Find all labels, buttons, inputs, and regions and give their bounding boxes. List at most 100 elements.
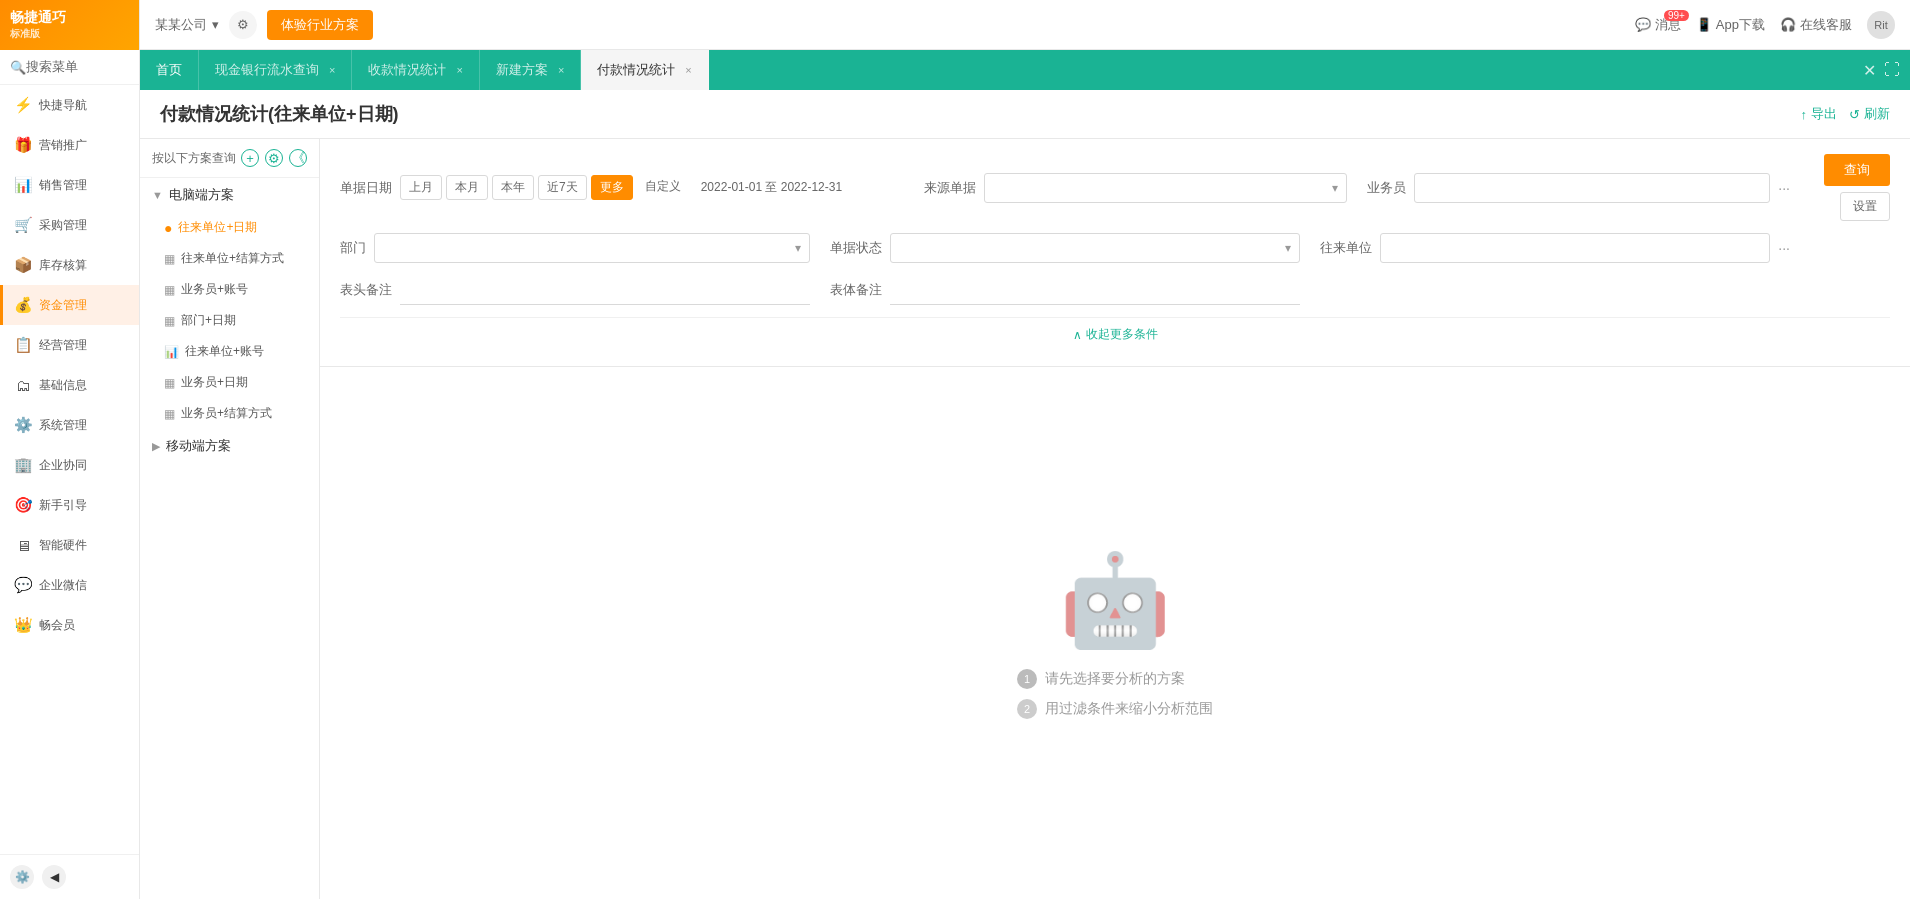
sidebar-item-finance[interactable]: 💰 资金管理 — [0, 285, 139, 325]
tab-close-all-icon[interactable]: ✕ — [1863, 61, 1876, 80]
app-download-label: App下载 — [1716, 16, 1765, 34]
app-version: 标准版 — [10, 27, 66, 41]
tab-new-scheme-close[interactable]: × — [558, 64, 564, 76]
filter-row-2: 部门 ▾ 单据状态 ▾ 往来单位 — [340, 233, 1890, 263]
filter-body-note-item: 表体备注 — [830, 275, 1300, 305]
scheme-item-staff-date[interactable]: ▦ 业务员+日期 — [140, 367, 319, 398]
sidebar-item-wechat[interactable]: 💬 企业微信 — [0, 565, 139, 605]
scheme-panel-actions: + ⚙ 《 — [241, 149, 307, 167]
tip-num-2: 2 — [1017, 699, 1037, 719]
scheme-item-unit-settle[interactable]: ▦ 往来单位+结算方式 — [140, 243, 319, 274]
scheme-collapse-button[interactable]: 《 — [289, 149, 307, 167]
message-icon: 💬 — [1635, 17, 1651, 32]
query-button[interactable]: 查询 — [1824, 154, 1890, 186]
staff-ellipsis-button[interactable]: ··· — [1778, 180, 1790, 196]
message-button[interactable]: 💬 消息 99+ — [1635, 16, 1681, 34]
sidebar-settings-icon[interactable]: ⚙️ — [10, 865, 34, 889]
app-download-button[interactable]: 📱 App下载 — [1696, 16, 1765, 34]
page-header: 付款情况统计(往来单位+日期) ↑ 导出 ↺ 刷新 — [140, 90, 1910, 139]
header-left: 某某公司 ▾ ⚙ 体验行业方案 — [155, 10, 373, 40]
empty-state: 🤖 1 请先选择要分析的方案 2 用过滤条件来缩小分析范围 — [320, 367, 1910, 899]
filter-source-item: 来源单据 ▾ — [924, 173, 1347, 203]
filter-dept-item: 部门 ▾ — [340, 233, 810, 263]
filter-unit-item: 往来单位 ··· — [1320, 233, 1790, 263]
scheme-group-header-mobile[interactable]: ▶ 移动端方案 — [140, 429, 319, 463]
sidebar-guide-label: 新手引导 — [39, 497, 87, 514]
filter-settings-button[interactable]: 设置 — [1840, 192, 1890, 221]
online-service-label: 在线客服 — [1800, 16, 1852, 34]
staff-select[interactable] — [1414, 173, 1770, 203]
sidebar-operations-label: 经营管理 — [39, 337, 87, 354]
staff-label: 业务员 — [1367, 179, 1406, 197]
scheme-item-staff-settle[interactable]: ▦ 业务员+结算方式 — [140, 398, 319, 429]
sidebar-item-quick-nav[interactable]: ⚡ 快捷导航 — [0, 85, 139, 125]
dept-select[interactable]: ▾ — [374, 233, 810, 263]
scheme-add-button[interactable]: + — [241, 149, 259, 167]
unit-date-icon: ● — [164, 220, 172, 236]
trial-button[interactable]: 体验行业方案 — [267, 10, 373, 40]
tab-home-label: 首页 — [156, 61, 182, 79]
user-avatar[interactable]: Rit — [1867, 11, 1895, 39]
date-btn-this-month[interactable]: 本月 — [446, 175, 488, 200]
staff-account-icon: ▦ — [164, 283, 175, 297]
tab-payments[interactable]: 付款情况统计 × — [581, 50, 708, 90]
sidebar-item-sales[interactable]: 📊 销售管理 — [0, 165, 139, 205]
unit-select[interactable] — [1380, 233, 1770, 263]
sidebar-hardware-label: 智能硬件 — [39, 537, 87, 554]
date-btn-last-month[interactable]: 上月 — [400, 175, 442, 200]
sidebar-item-system[interactable]: ⚙️ 系统管理 — [0, 405, 139, 445]
source-select[interactable]: ▾ — [984, 173, 1347, 203]
header-note-label: 表头备注 — [340, 281, 392, 299]
system-icon: ⚙️ — [13, 415, 33, 435]
purchase-icon: 🛒 — [13, 215, 33, 235]
scheme-item-staff-account[interactable]: ▦ 业务员+账号 — [140, 274, 319, 305]
sidebar-item-enterprise[interactable]: 🏢 企业协同 — [0, 445, 139, 485]
date-btn-custom[interactable]: 自定义 — [637, 175, 689, 200]
tab-bar-actions: ✕ ⛶ — [1853, 50, 1910, 90]
search-icon: 🔍 — [10, 60, 26, 75]
quick-nav-icon: ⚡ — [13, 95, 33, 115]
sidebar-item-hardware[interactable]: 🖥 智能硬件 — [0, 525, 139, 565]
tab-receipts[interactable]: 收款情况统计 × — [352, 50, 479, 90]
body-note-input[interactable] — [890, 275, 1300, 305]
scheme-item-unit-account[interactable]: 📊 往来单位+账号 — [140, 336, 319, 367]
scheme-item-dept-date[interactable]: ▦ 部门+日期 — [140, 305, 319, 336]
sidebar-item-purchase[interactable]: 🛒 采购管理 — [0, 205, 139, 245]
date-btn-more[interactable]: 更多 — [591, 175, 633, 200]
tab-expand-icon[interactable]: ⛶ — [1884, 61, 1900, 79]
sidebar-item-marketing[interactable]: 🎁 营销推广 — [0, 125, 139, 165]
tab-home[interactable]: 首页 — [140, 50, 199, 90]
export-button[interactable]: ↑ 导出 — [1801, 105, 1838, 123]
tab-receipts-label: 收款情况统计 — [368, 61, 446, 79]
sidebar-item-guide[interactable]: 🎯 新手引导 — [0, 485, 139, 525]
date-btn-this-year[interactable]: 本年 — [492, 175, 534, 200]
tab-payments-close[interactable]: × — [685, 64, 691, 76]
tab-new-scheme-label: 新建方案 — [496, 61, 548, 79]
app-logo: 畅捷通巧 标准版 — [0, 0, 139, 50]
scheme-group-header-pc[interactable]: ▼ 电脑端方案 — [140, 178, 319, 212]
company-selector[interactable]: 某某公司 ▾ — [155, 16, 219, 34]
refresh-button[interactable]: ↺ 刷新 — [1849, 105, 1890, 123]
top-header: 某某公司 ▾ ⚙ 体验行业方案 💬 消息 99+ 📱 App下载 🎧 在线客服 … — [140, 0, 1910, 50]
online-service-button[interactable]: 🎧 在线客服 — [1780, 16, 1852, 34]
content-area: 按以下方案查询 + ⚙ 《 ▼ 电脑端方案 ● 往来单位+日期 ▦ — [140, 139, 1910, 899]
tab-receipts-close[interactable]: × — [456, 64, 462, 76]
sidebar-item-member[interactable]: 👑 畅会员 — [0, 605, 139, 645]
date-btn-last-7[interactable]: 近7天 — [538, 175, 587, 200]
scheme-item-unit-date[interactable]: ● 往来单位+日期 — [140, 212, 319, 243]
status-select[interactable]: ▾ — [890, 233, 1300, 263]
sidebar-item-inventory[interactable]: 📦 库存核算 — [0, 245, 139, 285]
sidebar-item-operations[interactable]: 📋 经营管理 — [0, 325, 139, 365]
sidebar-item-basic-info[interactable]: 🗂 基础信息 — [0, 365, 139, 405]
tab-bank-close[interactable]: × — [329, 64, 335, 76]
unit-ellipsis-button[interactable]: ··· — [1778, 240, 1790, 256]
tab-bank[interactable]: 现金银行流水查询 × — [199, 50, 352, 90]
sidebar-finance-label: 资金管理 — [39, 297, 87, 314]
scheme-settings-button[interactable]: ⚙ — [265, 149, 283, 167]
collapse-more-button[interactable]: ∧ 收起更多条件 — [340, 317, 1890, 351]
sidebar-item-search[interactable]: 🔍 搜索菜单 — [0, 50, 139, 85]
header-settings-button[interactable]: ⚙ — [229, 11, 257, 39]
tab-new-scheme[interactable]: 新建方案 × — [480, 50, 581, 90]
sidebar-collapse-icon[interactable]: ◀ — [42, 865, 66, 889]
header-note-input[interactable] — [400, 275, 810, 305]
